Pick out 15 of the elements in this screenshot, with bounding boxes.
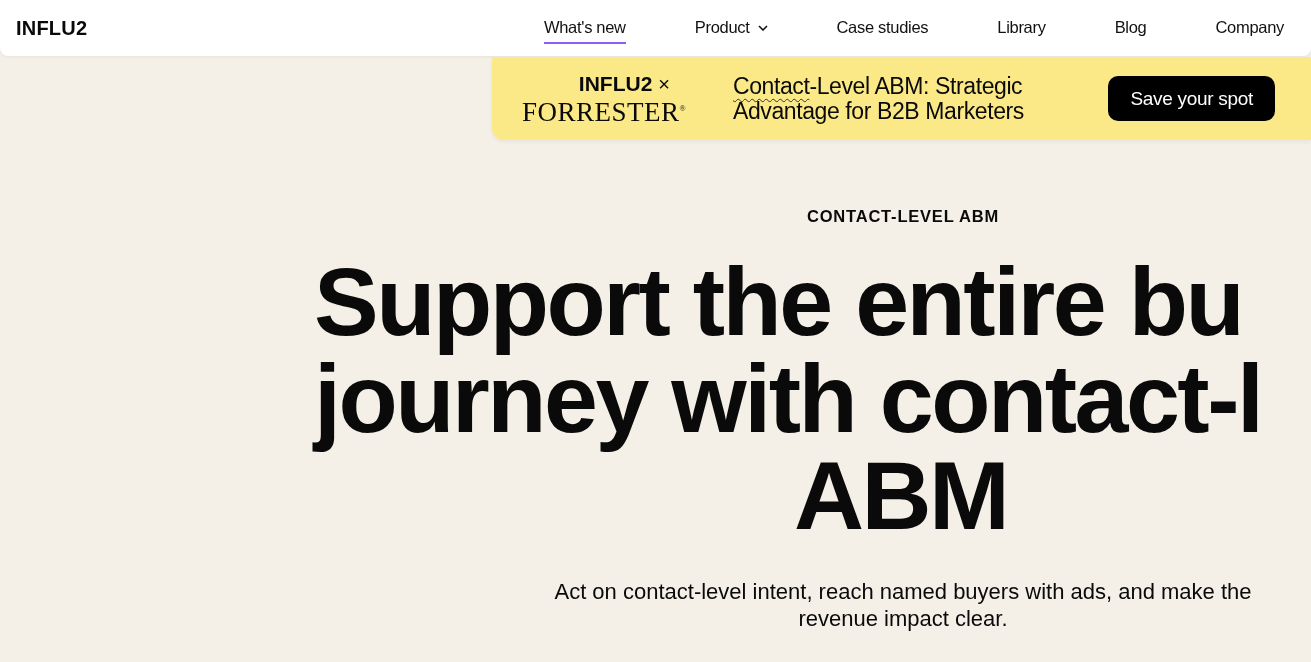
brand-logo: INFLU2 xyxy=(578,72,653,96)
nav-link[interactable]: Company xyxy=(1215,12,1284,44)
save-spot-button[interactable]: Save your spot xyxy=(1108,76,1275,121)
nav-link[interactable]: Case studies xyxy=(836,12,929,44)
nav-link[interactable]: What's new xyxy=(543,12,626,44)
hero-subtitle: Act on contact-level intent, reach named buyers with ads, and make the revenue impact clear. xyxy=(553,578,1253,632)
headline-line: ABM xyxy=(794,440,1008,552)
nav-link[interactable]: Library xyxy=(997,12,1046,44)
partner-logo: FORRESTER$^{®}$ xyxy=(521,96,686,125)
eyebrow-label: CONTACT-LEVEL ABM xyxy=(806,207,999,226)
times-sign: × xyxy=(658,72,670,96)
nav-link[interactable]: Product xyxy=(694,12,768,44)
nav-link[interactable]: Blog xyxy=(1114,12,1147,44)
banner-title[interactable]: Contact-Level ABM: Strategic Advantage for B2B Marketers xyxy=(733,73,1063,124)
logo[interactable]: INFLU2 xyxy=(16,16,88,40)
